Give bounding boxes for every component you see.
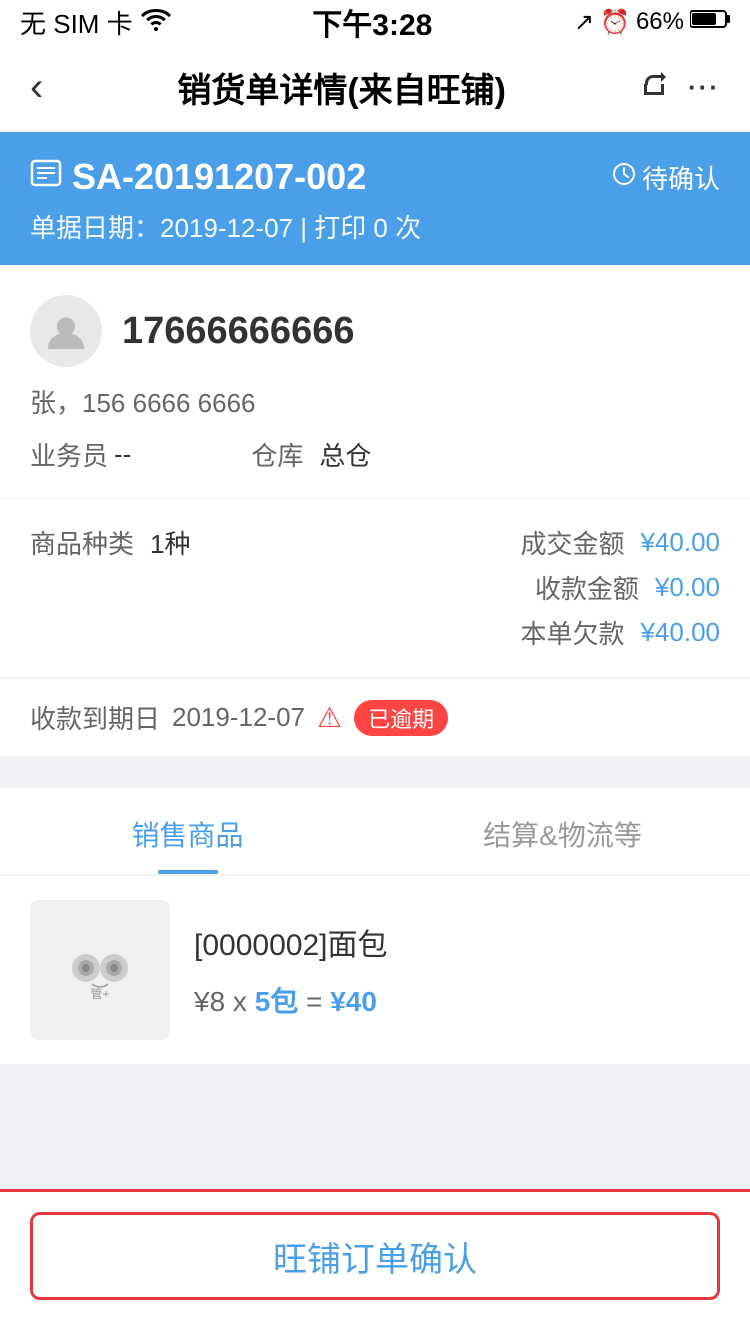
status-bar: 无 SIM 卡 下午3:28 ↗ ⏰ 66% [0,0,750,44]
battery-text: 66% [636,8,684,36]
warehouse-value: 总仓 [319,436,371,473]
product-section: 管+ [0000002]面包 ¥8 x 5包 = ¥40 [0,876,750,1064]
warehouse-label: 仓库 [251,436,303,473]
order-date: 单据日期：2019-12-07 | 打印 0 次 [30,208,720,245]
order-id-icon [30,156,62,198]
order-id: SA-20191207-002 [30,156,366,198]
sales-person-label: 业务员 [30,436,108,473]
order-header: SA-20191207-002 待确认 单据日期：2019-12-07 | 打印… [0,132,750,265]
page-title: 销货单详情(来自旺铺) [177,63,506,112]
total-value: ¥40 [330,986,377,1017]
customer-section: 17666666666 张，156 6666 6666 业务员 -- 仓库 总仓 [0,265,750,498]
carrier-text: 无 SIM 卡 [20,4,133,41]
battery-icon [690,8,730,36]
nav-right: ··· [640,70,720,105]
price-separator: = [298,986,330,1017]
section-divider [0,756,750,772]
nav-left: ‹ [30,65,43,110]
product-type-label: 商品种类 [30,524,134,561]
status-left: 无 SIM 卡 [20,4,171,41]
overdue-label: 收款到期日 [30,699,160,736]
tab-settlement[interactable]: 结算&物流等 [375,788,750,874]
overdue-date: 2019-12-07 [172,702,305,733]
price-text: ¥8 x [194,986,255,1017]
confirm-order-button[interactable]: 旺铺订单确认 [30,1212,720,1300]
status-right: ↗ ⏰ 66% [574,8,730,37]
back-button[interactable]: ‹ [30,65,43,110]
clock-icon [612,162,636,193]
more-button[interactable]: ··· [688,72,720,103]
svg-text:管+: 管+ [90,986,109,1000]
customer-meta: 业务员 -- 仓库 总仓 [30,436,720,473]
product-info: [0000002]面包 ¥8 x 5包 = ¥40 [194,920,720,1020]
avatar [30,295,102,367]
product-type-value: 1种 [150,524,190,561]
balance-value: ¥40.00 [640,617,720,648]
product-thumbnail: 管+ [30,900,170,1040]
quantity-value: 5包 [255,986,299,1017]
bottom-bar: 旺铺订单确认 [0,1189,750,1334]
amount-label: 成交金额 [520,524,624,561]
customer-name: 张，156 6666 6666 [30,383,720,420]
overdue-alert-icon: ⚠ [317,701,342,734]
status-time: 下午3:28 [312,0,432,44]
stats-section: 商品种类 1种 成交金额 ¥40.00 收款金额 ¥0.00 本单欠款 ¥40.… [0,498,750,678]
sales-person-value: -- [114,439,131,470]
share-button[interactable] [640,70,668,105]
customer-phone: 17666666666 [122,310,354,353]
nav-bar: ‹ 销货单详情(来自旺铺) ··· [0,44,750,132]
product-name: [0000002]面包 [194,920,720,964]
product-price: ¥8 x 5包 = ¥40 [194,980,720,1020]
order-status: 待确认 [612,159,720,196]
overdue-section: 收款到期日 2019-12-07 ⚠ 已逾期 [0,678,750,756]
alarm-icon: ⏰ [600,8,630,37]
overdue-badge: 已逾期 [354,700,448,736]
balance-label: 本单欠款 [520,614,624,651]
tabs: 销售商品 结算&物流等 [0,788,750,876]
location-icon: ↗ [574,8,594,37]
wifi-icon [141,7,171,38]
received-label: 收款金额 [535,569,639,606]
amount-value: ¥40.00 [640,527,720,558]
tab-sales-products[interactable]: 销售商品 [0,788,375,874]
received-value: ¥0.00 [655,572,720,603]
